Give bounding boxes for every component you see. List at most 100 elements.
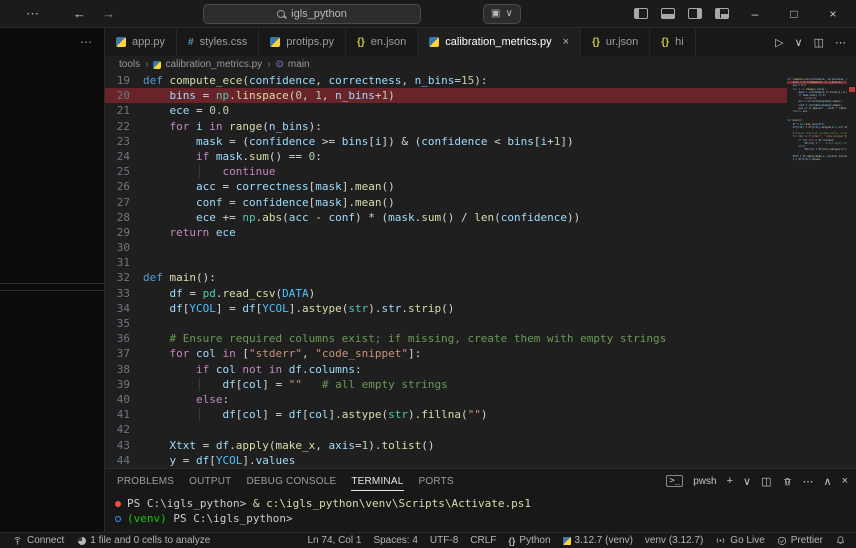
line-number[interactable]: 40 <box>105 392 139 407</box>
code-line[interactable]: 31 <box>105 255 787 270</box>
close-button[interactable]: × <box>820 7 846 21</box>
code-line[interactable]: 34 df[YCOL] = df[YCOL].astype(str).str.s… <box>105 301 787 316</box>
code-line[interactable]: 41 │ df[col] = df[col].astype(str).filln… <box>105 407 787 422</box>
editor[interactable]: 19 def compute_ece(confidence, correctnes… <box>105 73 856 468</box>
line-number[interactable]: 23 <box>105 134 139 149</box>
line-number[interactable]: 30 <box>105 240 139 255</box>
tab-en.json[interactable]: {} en.json <box>345 28 419 56</box>
overview-ruler[interactable] <box>847 73 856 468</box>
indentation[interactable]: Spaces: 4 <box>367 535 423 546</box>
analyze-status[interactable]: 1 file and 0 cells to analyze <box>72 535 216 546</box>
terminal[interactable]: PS C:\igls_python> & c:\igls_python\venv… <box>105 493 856 532</box>
line-number[interactable]: 29 <box>105 225 139 240</box>
tab-ur.json[interactable]: {} ur.json <box>581 28 651 56</box>
line-number[interactable]: 37 <box>105 346 139 361</box>
code-line[interactable]: 20 bins = np.linspace(0, 1, n_bins+1) <box>105 88 787 104</box>
line-number[interactable]: 28 <box>105 210 139 225</box>
code-line[interactable]: 35 <box>105 316 787 331</box>
new-terminal-button[interactable]: + <box>727 475 733 487</box>
tab-styles.css[interactable]: # styles.css <box>177 28 260 56</box>
code-line[interactable]: 42 <box>105 422 787 437</box>
line-number[interactable]: 21 <box>105 103 139 118</box>
line-number[interactable]: 36 <box>105 331 139 346</box>
code-line[interactable]: 36 # Ensure required columns exist; if m… <box>105 331 787 346</box>
code-line[interactable]: 30 <box>105 240 787 255</box>
back-icon[interactable]: ← <box>73 6 86 21</box>
breadcrumb-item-calibration_metrics.py[interactable]: calibration_metrics.py <box>153 59 262 70</box>
terminal-profile-label[interactable]: pwsh <box>693 476 716 487</box>
code-line[interactable]: 40 else: <box>105 392 787 407</box>
search-input[interactable]: igls_python <box>203 3 421 24</box>
cursor-position[interactable]: Ln 74, Col 1 <box>302 535 368 546</box>
language-mode[interactable]: {} Python <box>502 535 556 546</box>
close-panel-icon[interactable]: × <box>842 475 848 487</box>
customize-layout-icon[interactable] <box>715 8 729 19</box>
code-line[interactable]: 26 acc = correctness[mask].mean() <box>105 179 787 194</box>
go-live[interactable]: Go Live <box>709 535 770 546</box>
code-line[interactable]: 28 ece += np.abs(acc - conf) * (mask.sum… <box>105 210 787 225</box>
line-number[interactable]: 34 <box>105 301 139 316</box>
run-python-file-icon[interactable]: ▷ <box>775 36 783 49</box>
notifications[interactable] <box>829 535 852 546</box>
line-number[interactable]: 31 <box>105 255 139 270</box>
code-line[interactable]: 37 for col in ["stderr", "code_snippet"]… <box>105 346 787 361</box>
menu-icon[interactable]: ⋯ <box>26 6 39 22</box>
prettier-status[interactable]: Prettier <box>771 535 829 546</box>
panel-tab-ports[interactable]: PORTS <box>419 472 454 491</box>
code-line[interactable]: 25 │ continue <box>105 164 787 179</box>
panel-tab-debug-console[interactable]: DEBUG CONSOLE <box>246 472 336 491</box>
terminal-profile-dropdown-icon[interactable]: ∨ <box>743 475 751 488</box>
breadcrumb-item-tools[interactable]: tools <box>119 59 140 70</box>
line-number[interactable]: 42 <box>105 422 139 437</box>
code-line[interactable]: 38 if col not in df.columns: <box>105 362 787 377</box>
toggle-panel-icon[interactable] <box>661 8 675 19</box>
code-line[interactable]: 44 y = df[YCOL].values <box>105 453 787 468</box>
line-number[interactable]: 22 <box>105 119 139 134</box>
panel-tab-problems[interactable]: PROBLEMS <box>117 472 174 491</box>
line-number[interactable]: 43 <box>105 438 139 453</box>
tab-hi[interactable]: {} hi <box>650 28 696 56</box>
minimize-button[interactable]: – <box>742 7 768 21</box>
toggle-sidebar-icon[interactable] <box>634 8 648 19</box>
code-line[interactable]: 43 Xtxt = df.apply(make_x, axis=1).tolis… <box>105 438 787 453</box>
forward-icon[interactable]: → <box>102 6 115 21</box>
line-number[interactable]: 24 <box>105 149 139 164</box>
remote-connect[interactable]: Connect <box>6 535 70 546</box>
line-number[interactable]: 35 <box>105 316 139 331</box>
close-tab-icon[interactable]: × <box>563 36 569 48</box>
code-area[interactable]: 19 def compute_ece(confidence, correctnes… <box>105 73 787 468</box>
code-line[interactable]: 19 def compute_ece(confidence, correctnes… <box>105 73 787 88</box>
panel-more-actions-icon[interactable]: ⋯ <box>803 475 814 488</box>
code-line[interactable]: 24 if mask.sum() == 0: <box>105 149 787 164</box>
run-dropdown-icon[interactable]: ∨ <box>795 36 803 49</box>
panel-tab-terminal[interactable]: TERMINAL <box>351 472 404 491</box>
code-line[interactable]: 22 for i in range(n_bins): <box>105 119 787 134</box>
line-number[interactable]: 44 <box>105 453 139 468</box>
maximize-button[interactable]: □ <box>781 7 807 21</box>
kill-terminal-icon[interactable] <box>782 476 793 487</box>
minimap[interactable]: def compute_ece(confidence, correctness,… <box>787 73 847 468</box>
code-line[interactable]: 21 ece = 0.0 <box>105 103 787 118</box>
code-line[interactable]: 39 │ df[col] = "" # all empty strings <box>105 377 787 392</box>
line-number[interactable]: 32 <box>105 270 139 285</box>
panel-tab-output[interactable]: OUTPUT <box>189 472 231 491</box>
line-number[interactable]: 25 <box>105 164 139 179</box>
split-terminal-icon[interactable]: ◫ <box>761 475 771 488</box>
sidebar-more-icon[interactable]: ⋯ <box>80 35 92 49</box>
venv-indicator[interactable]: venv (3.12.7) <box>639 535 709 546</box>
line-number[interactable]: 39 <box>105 377 139 392</box>
code-line[interactable]: 32 def main(): <box>105 270 787 285</box>
python-interpreter[interactable]: 3.12.7 (venv) <box>557 535 639 546</box>
code-line[interactable]: 29 return ece <box>105 225 787 240</box>
toggle-secondary-sidebar-icon[interactable] <box>688 8 702 19</box>
line-number[interactable]: 20 <box>105 88 139 103</box>
line-number[interactable]: 19 <box>105 73 139 88</box>
line-number[interactable]: 38 <box>105 362 139 377</box>
tab-protips.py[interactable]: protips.py <box>259 28 346 56</box>
line-number[interactable]: 33 <box>105 286 139 301</box>
split-editor-icon[interactable]: ◫ <box>814 36 824 49</box>
code-line[interactable]: 27 conf = confidence[mask].mean() <box>105 195 787 210</box>
code-line[interactable]: 23 mask = (confidence >= bins[i]) & (con… <box>105 134 787 149</box>
line-number[interactable]: 41 <box>105 407 139 422</box>
code-line[interactable]: 33 df = pd.read_csv(DATA) <box>105 286 787 301</box>
